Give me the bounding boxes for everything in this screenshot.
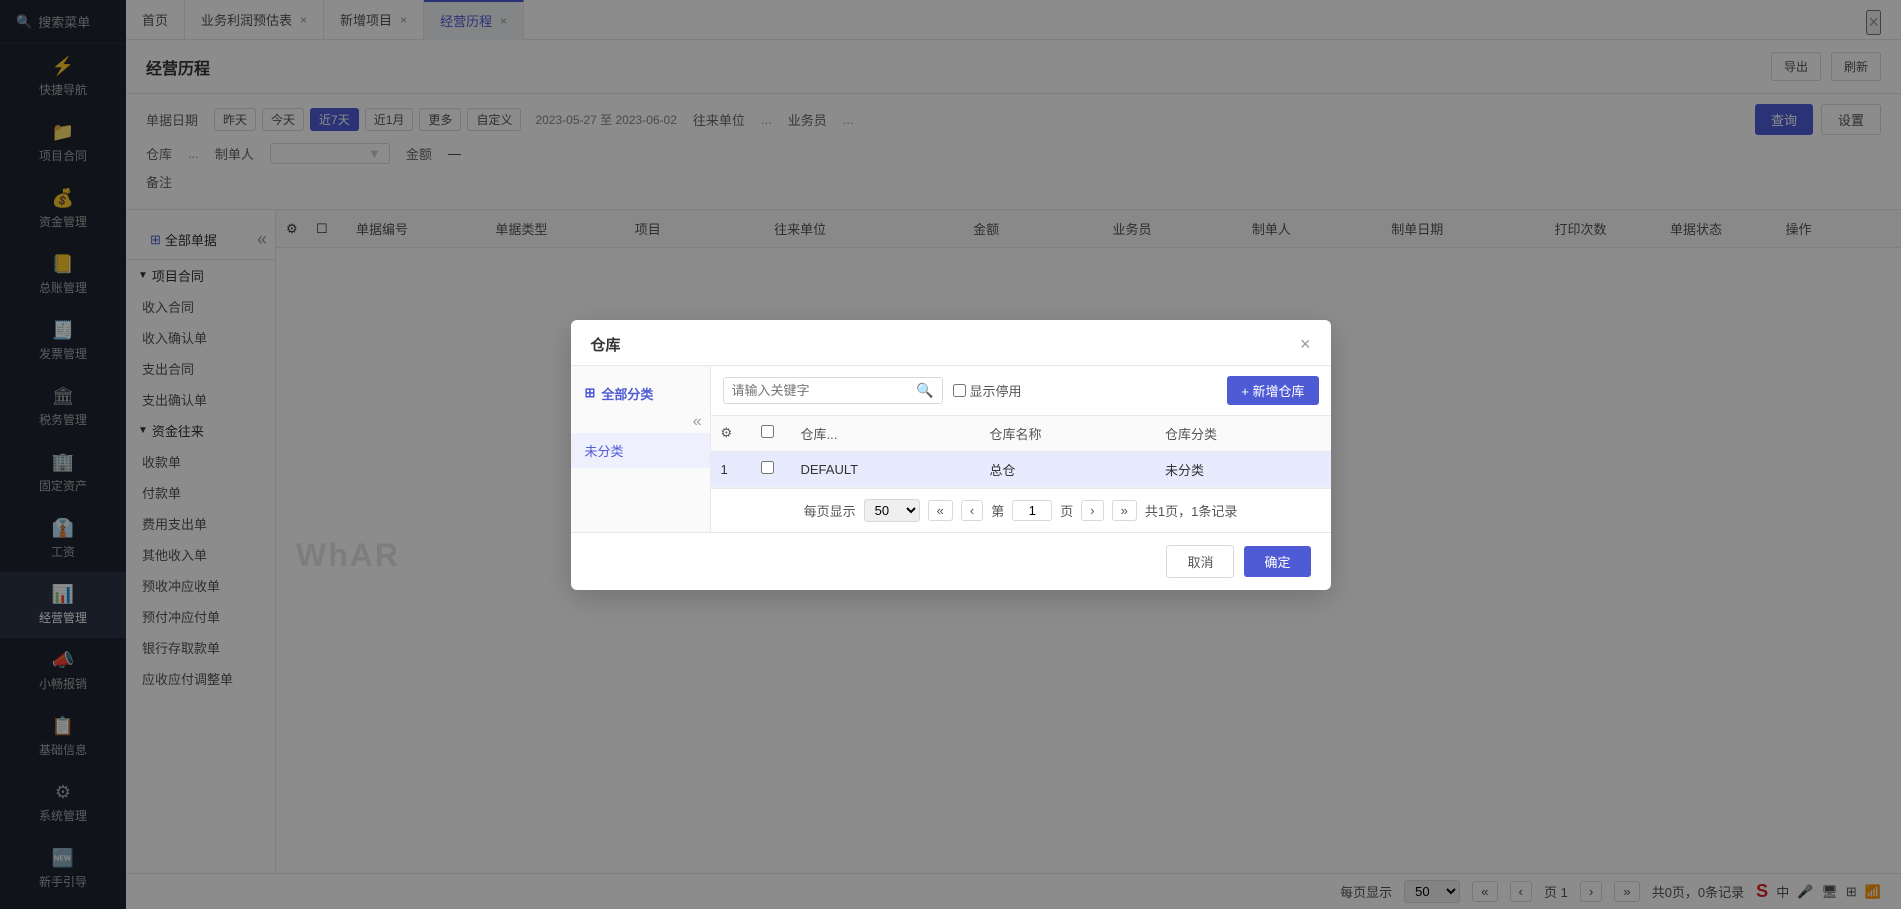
- show-disabled-label[interactable]: 显示停用: [953, 381, 1022, 400]
- modal-left-panel: ⊞ 全部分类 « 未分类: [571, 366, 711, 532]
- show-disabled-text: 显示停用: [970, 381, 1022, 400]
- modal-left-collapse-btn[interactable]: «: [693, 413, 702, 431]
- modal-all-category[interactable]: ⊞ 全部分类: [571, 376, 710, 411]
- th-warehouse-name: 仓库名称: [980, 416, 1155, 452]
- modal-next-page[interactable]: ›: [1081, 500, 1103, 521]
- modal-prev-page[interactable]: ‹: [961, 500, 983, 521]
- modal-table-area: ⚙ 仓库... 仓库名称: [711, 416, 1331, 488]
- row-num: 1: [711, 451, 751, 487]
- modal-first-page[interactable]: «: [928, 500, 953, 521]
- add-warehouse-button[interactable]: + 新增仓库: [1227, 376, 1318, 405]
- th-checkbox-col: [751, 416, 791, 452]
- modal-unclassified-item[interactable]: 未分类: [571, 433, 710, 468]
- modal-unclassified-label: 未分类: [585, 441, 624, 460]
- row-checkbox[interactable]: [751, 451, 791, 487]
- modal-footer: 取消 确定: [571, 532, 1331, 590]
- th-warehouse-category: 仓库分类: [1155, 416, 1331, 452]
- modal-table-header-row: ⚙ 仓库... 仓库名称: [711, 416, 1331, 452]
- row-name: 总仓: [980, 451, 1155, 487]
- modal-search-icon: 🔍: [916, 382, 933, 399]
- cancel-button[interactable]: 取消: [1166, 545, 1234, 578]
- modal-overlay: 仓库 × ⊞ 全部分类 « 未分类: [0, 0, 1901, 909]
- row-checkbox-input[interactable]: [761, 461, 774, 474]
- modal-per-page-select[interactable]: 50 100: [864, 499, 920, 522]
- modal-toolbar: 🔍 显示停用 + 新增仓库: [711, 366, 1331, 416]
- modal-table: ⚙ 仓库... 仓库名称: [711, 416, 1331, 488]
- row-category: 未分类: [1155, 451, 1331, 487]
- modal-pagination: 每页显示 50 100 « ‹ 第 页 › » 共1页，1条记录: [711, 488, 1331, 532]
- modal-search-box: 🔍: [723, 377, 943, 404]
- modal-right-panel: 🔍 显示停用 + 新增仓库 ⚙: [711, 366, 1331, 532]
- modal-search-input[interactable]: [732, 383, 917, 398]
- th-settings: ⚙: [711, 416, 751, 452]
- warehouse-modal: 仓库 × ⊞ 全部分类 « 未分类: [571, 320, 1331, 590]
- show-disabled-checkbox[interactable]: [953, 384, 966, 397]
- grid-icon-modal: ⊞: [585, 385, 596, 401]
- th-warehouse-code: 仓库...: [791, 416, 980, 452]
- th-checkbox-all[interactable]: [761, 425, 774, 438]
- modal-body: ⊞ 全部分类 « 未分类 🔍: [571, 366, 1331, 532]
- modal-total-label: 共1页，1条记录: [1145, 501, 1237, 520]
- th-settings-icon[interactable]: ⚙: [721, 425, 733, 440]
- modal-page-input[interactable]: [1012, 500, 1052, 521]
- row-code: DEFAULT: [791, 451, 980, 487]
- modal-per-page-label: 每页显示: [804, 501, 856, 520]
- modal-page-label-pre: 第: [991, 501, 1004, 520]
- modal-header: 仓库 ×: [571, 320, 1331, 366]
- modal-all-label: 全部分类: [601, 384, 653, 403]
- modal-close-button[interactable]: ×: [1300, 334, 1311, 355]
- confirm-button[interactable]: 确定: [1244, 546, 1310, 577]
- modal-page-label: 页: [1060, 501, 1073, 520]
- modal-title: 仓库: [591, 334, 621, 355]
- table-row[interactable]: 1 DEFAULT 总仓 未分类: [711, 451, 1331, 487]
- modal-last-page[interactable]: »: [1112, 500, 1137, 521]
